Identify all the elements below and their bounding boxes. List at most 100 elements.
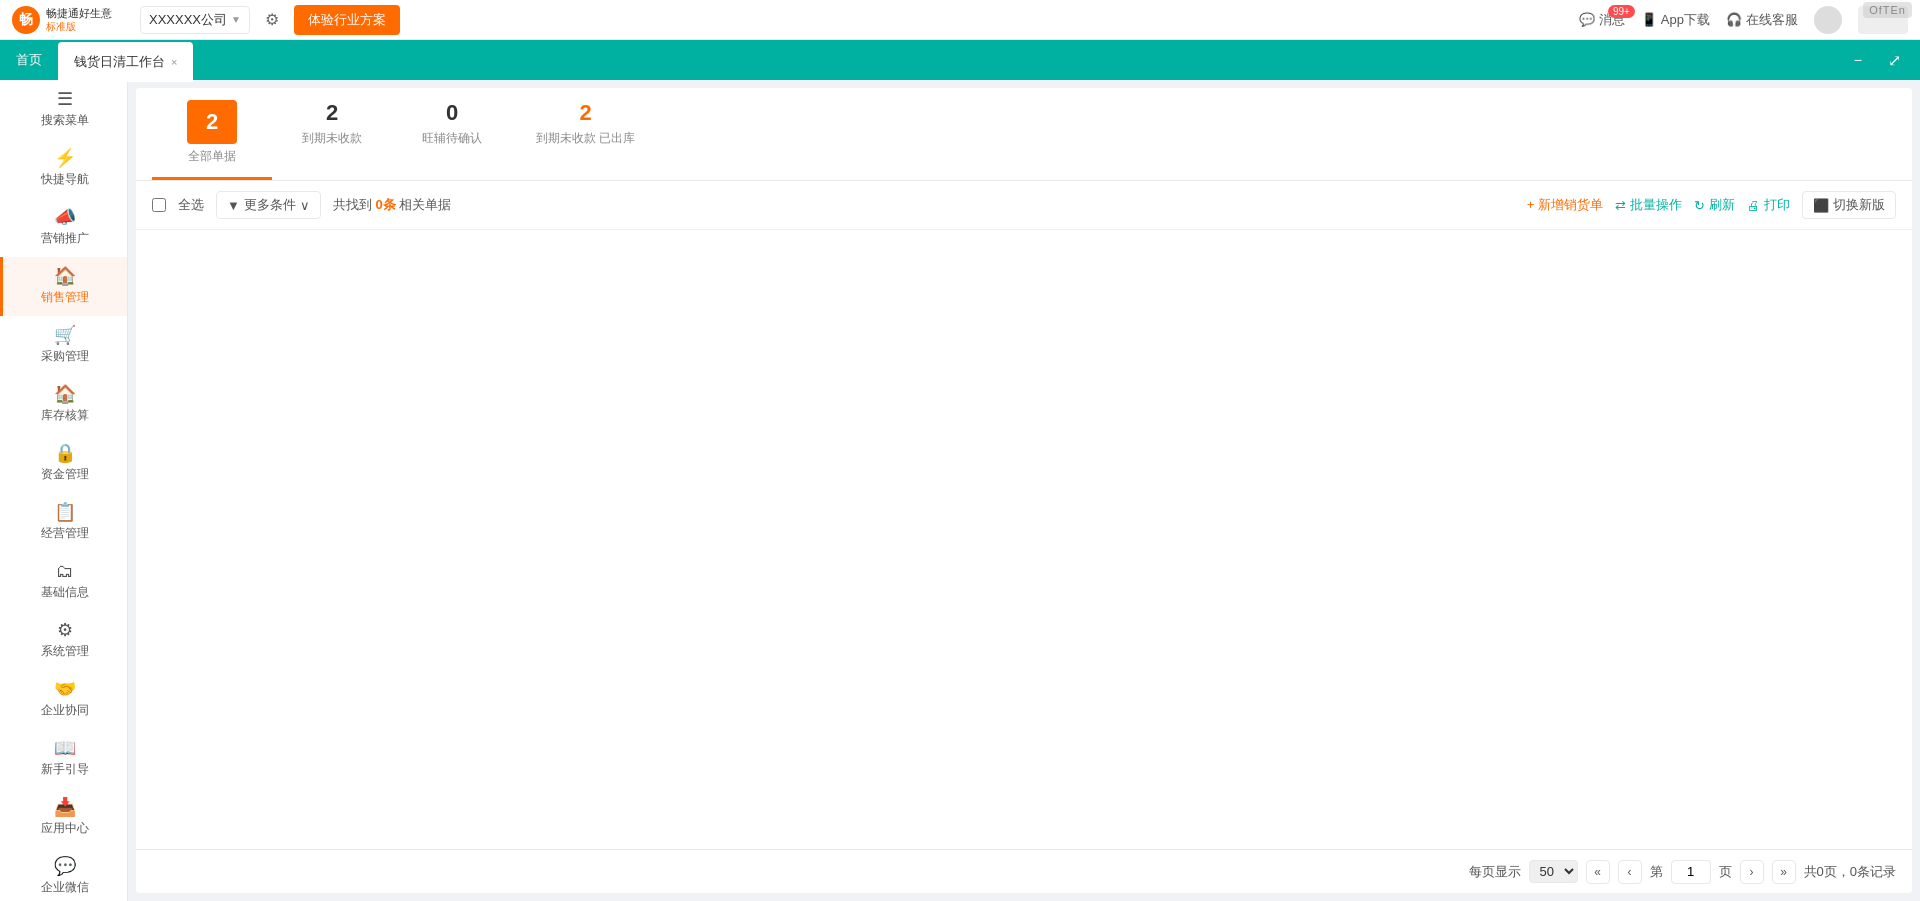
stat-label-pending: 旺辅待确认 (422, 130, 482, 147)
logo-line2: 标准版 (46, 20, 112, 33)
sidebar-item-enterprise[interactable]: 🤝 企业协同 (0, 670, 127, 729)
experience-button[interactable]: 体验行业方案 (294, 5, 400, 35)
print-button[interactable]: 🖨 打印 (1747, 196, 1790, 214)
page-label: 第 (1650, 863, 1663, 881)
page-size-select[interactable]: 50 (1529, 860, 1578, 883)
batch-icon: ⇄ (1615, 198, 1626, 213)
sidebar-item-inventory[interactable]: 🏠 库存核算 (0, 375, 127, 434)
stats-tabs: 2 全部单据 2 到期未收款 0 旺辅待确认 2 到期未收款 已出库 (136, 88, 1912, 181)
sidebar-item-sales[interactable]: 🏠 销售管理 (0, 257, 127, 316)
sidebar-item-search-menu[interactable]: ☰ 搜索菜单 (0, 80, 127, 139)
sidebar-item-basic-info[interactable]: 🗂 基础信息 (0, 552, 127, 611)
guide-icon: 📖 (54, 739, 76, 757)
wechat-label: 企业微信 (41, 879, 89, 896)
sidebar-item-purchase[interactable]: 🛒 采购管理 (0, 316, 127, 375)
purchase-icon: 🛒 (54, 326, 76, 344)
next-page-button[interactable]: › (1740, 860, 1764, 884)
tab-minimize-icon[interactable]: － (1844, 46, 1872, 74)
system-icon: ⚙ (57, 621, 73, 639)
sidebar-item-system[interactable]: ⚙ 系统管理 (0, 611, 127, 670)
search-menu-label: 搜索菜单 (41, 112, 89, 129)
company-name: XXXXXX公司 (149, 11, 227, 29)
sidebar-item-finance[interactable]: 🔒 资金管理 (0, 434, 127, 493)
top-right-area: 💬 消息 99+ 📱 App下载 🎧 在线客服 OfTEn (1579, 6, 1908, 34)
pagination: 每页显示 50 « ‹ 第 页 › » 共0页，0条记录 (136, 849, 1912, 893)
filter-button[interactable]: ▼ 更多条件 ∨ (216, 191, 321, 219)
operation-label: 经营管理 (41, 525, 89, 542)
last-page-button[interactable]: » (1772, 860, 1796, 884)
sidebar-item-quick-nav[interactable]: ⚡ 快捷导航 (0, 139, 127, 198)
sidebar-item-app-center[interactable]: 📥 应用中心 (0, 788, 127, 847)
sidebar-item-marketing[interactable]: 📣 营销推广 (0, 198, 127, 257)
top-bar: 畅 畅捷通好生意 标准版 XXXXXX公司 ▼ ⚙ 体验行业方案 💬 消息 99… (0, 0, 1920, 40)
toolbar-right: + 新增销货单 ⇄ 批量操作 ↻ 刷新 🖨 打印 ⬛ (1527, 191, 1896, 219)
stat-tab-all[interactable]: 2 全部单据 (152, 88, 272, 180)
refresh-label: 刷新 (1709, 196, 1735, 214)
tab-workbench[interactable]: 钱货日清工作台 × (58, 42, 193, 82)
stat-num-pending: 0 (446, 100, 458, 126)
company-selector[interactable]: XXXXXX公司 ▼ (140, 6, 250, 34)
message-item[interactable]: 💬 消息 99+ (1579, 11, 1625, 29)
sidebar-item-operation[interactable]: 📋 经营管理 (0, 493, 127, 552)
stat-tab-shipped[interactable]: 2 到期未收款 已出库 (512, 88, 659, 180)
page-suffix: 页 (1719, 863, 1732, 881)
enterprise-label: 企业协同 (41, 702, 89, 719)
logo-line1: 畅捷通好生意 (46, 6, 112, 20)
switch-label: 切换新版 (1833, 196, 1885, 214)
basic-info-label: 基础信息 (41, 584, 89, 601)
page-size-label: 每页显示 (1469, 863, 1521, 881)
marketing-icon: 📣 (54, 208, 76, 226)
sidebar-item-wechat[interactable]: 💬 企业微信 (0, 847, 127, 901)
sidebar-item-guide[interactable]: 📖 新手引导 (0, 729, 127, 788)
tab-maximize-icon[interactable]: ⤢ (1880, 46, 1908, 74)
search-menu-icon: ☰ (57, 90, 73, 108)
purchase-label: 采购管理 (41, 348, 89, 365)
online-service-label: 在线客服 (1746, 11, 1798, 29)
add-sales-order-button[interactable]: + 新增销货单 (1527, 196, 1603, 214)
marketing-label: 营销推广 (41, 230, 89, 247)
table-area (136, 230, 1912, 849)
tab-close-icon[interactable]: × (171, 56, 177, 68)
sales-icon: 🏠 (54, 267, 76, 285)
refresh-icon: ↻ (1694, 198, 1705, 213)
current-page-input[interactable] (1671, 860, 1711, 884)
main-content: 2 全部单据 2 到期未收款 0 旺辅待确认 2 到期未收款 已出库 (128, 80, 1920, 901)
app-download-item[interactable]: 📱 App下载 (1641, 11, 1710, 29)
prev-page-button[interactable]: ‹ (1618, 860, 1642, 884)
switch-version-button[interactable]: ⬛ 切换新版 (1802, 191, 1896, 219)
filter-label: 更多条件 (244, 196, 296, 214)
guide-label: 新手引导 (41, 761, 89, 778)
logo-text: 畅捷通好生意 标准版 (46, 6, 112, 33)
stat-tab-pending[interactable]: 0 旺辅待确认 (392, 88, 512, 180)
system-label: 系统管理 (41, 643, 89, 660)
stat-num-shipped: 2 (580, 100, 592, 126)
refresh-button[interactable]: ↻ 刷新 (1694, 196, 1735, 214)
found-suffix: 相关单据 (399, 197, 451, 212)
quick-nav-icon: ⚡ (54, 149, 76, 167)
inventory-label: 库存核算 (41, 407, 89, 424)
batch-operation-button[interactable]: ⇄ 批量操作 (1615, 196, 1682, 214)
pagination-total: 共0页，0条记录 (1804, 863, 1896, 881)
app-download-label: App下载 (1661, 11, 1710, 29)
first-page-button[interactable]: « (1586, 860, 1610, 884)
add-sales-order-label: + 新增销货单 (1527, 196, 1603, 214)
headset-icon: 🎧 (1726, 12, 1742, 27)
quick-nav-label: 快捷导航 (41, 171, 89, 188)
dropdown-arrow-icon: ▼ (231, 14, 241, 25)
avatar[interactable] (1814, 6, 1842, 34)
found-prefix: 共找到 (333, 197, 372, 212)
switch-icon: ⬛ (1813, 198, 1829, 213)
stat-tab-overdue[interactable]: 2 到期未收款 (272, 88, 392, 180)
select-all-checkbox[interactable] (152, 198, 166, 212)
finance-icon: 🔒 (54, 444, 76, 462)
operation-icon: 📋 (54, 503, 76, 521)
stat-label-overdue: 到期未收款 (302, 130, 362, 147)
settings-icon[interactable]: ⚙ (258, 6, 286, 34)
tab-workbench-label: 钱货日清工作台 (74, 53, 165, 71)
online-service-item[interactable]: 🎧 在线客服 (1726, 11, 1798, 29)
tab-home[interactable]: 首页 (0, 40, 58, 80)
wechat-icon: 💬 (54, 857, 76, 875)
content-area: 2 全部单据 2 到期未收款 0 旺辅待确认 2 到期未收款 已出库 (136, 88, 1912, 893)
sidebar: ☰ 搜索菜单 ⚡ 快捷导航 📣 营销推广 🏠 销售管理 🛒 采购管理 🏠 库存核… (0, 80, 128, 901)
app-center-label: 应用中心 (41, 820, 89, 837)
